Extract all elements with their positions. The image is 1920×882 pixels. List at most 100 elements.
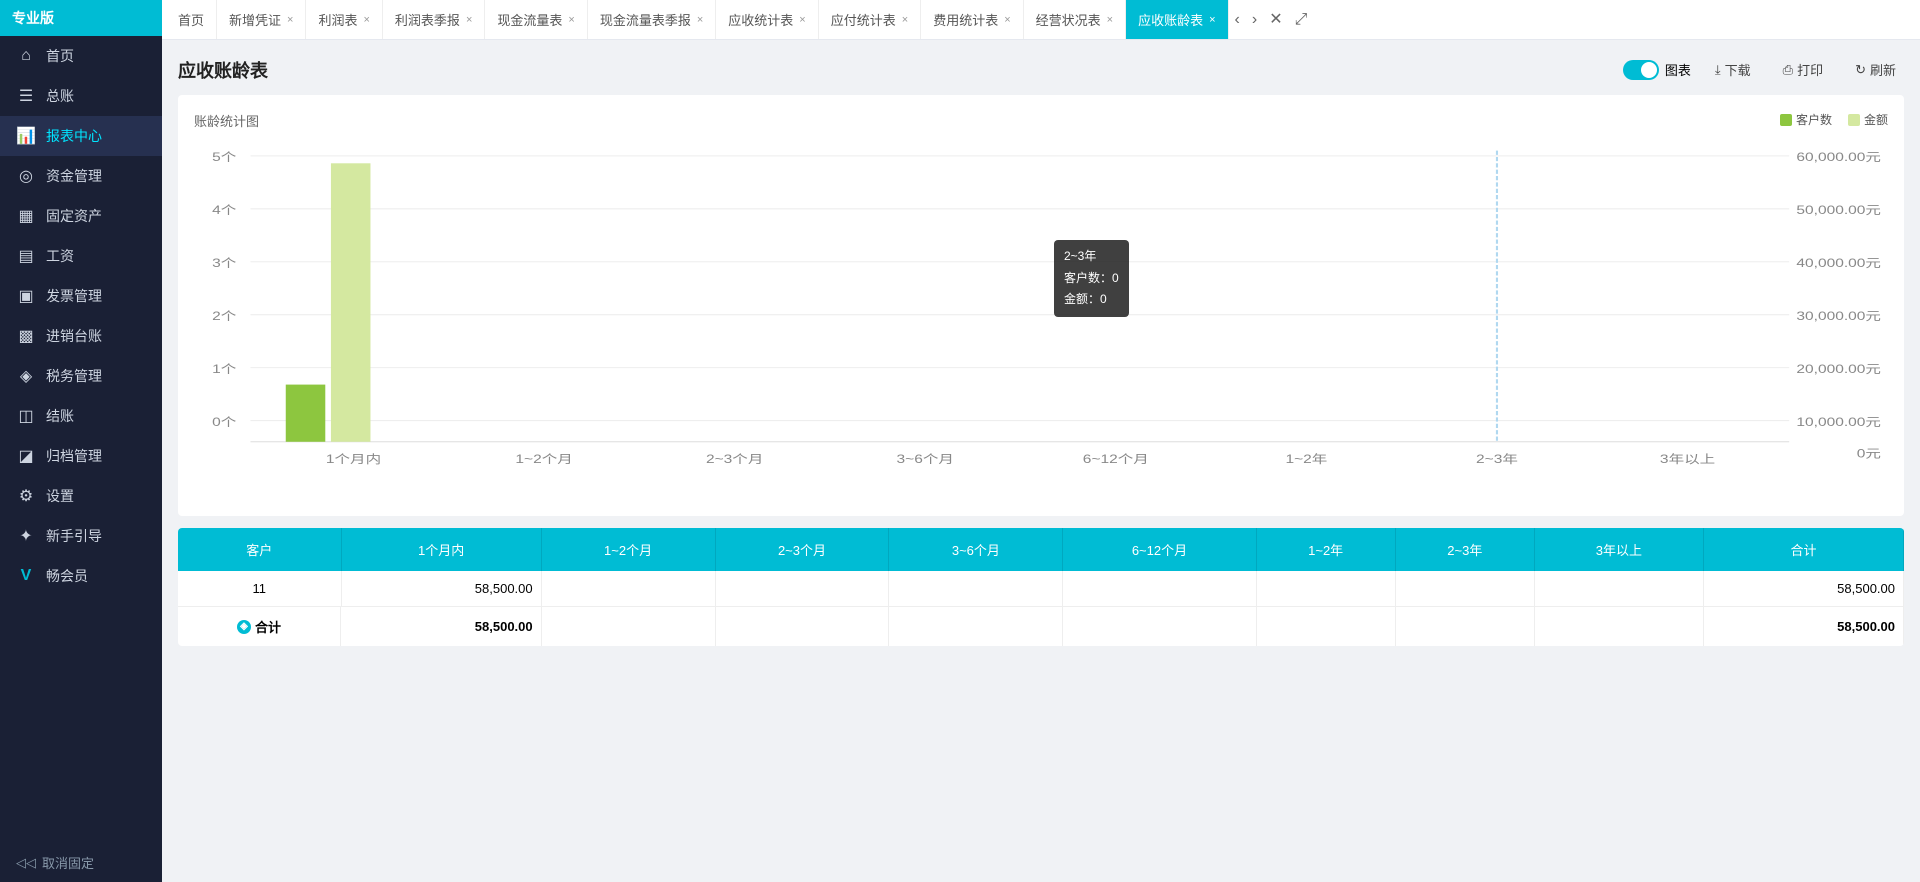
sidebar-label-reports: 报表中心 [46,126,102,146]
tab-expense-stats[interactable]: 费用统计表 × [921,0,1023,39]
member-icon: V [16,567,36,585]
sidebar-item-guide[interactable]: ✦ 新手引导 [0,516,162,556]
legend-amount-label: 金额 [1864,111,1888,128]
tab-home[interactable]: 首页 [166,0,217,39]
tab-voucher[interactable]: 新增凭证 × [217,0,306,39]
download-icon: ⤓ [1715,62,1721,78]
tab-cashflow-quarterly[interactable]: 现金流量表季报 × [588,0,716,39]
tab-next-btn[interactable]: › [1246,0,1263,40]
svg-text:2个: 2个 [212,310,236,323]
sidebar-label-invoice: 发票管理 [46,286,102,306]
app-logo: 专业版 [0,0,162,36]
chart-title: 账龄统计图 [194,111,1888,130]
th-year23: 2~3年 [1395,528,1534,571]
svg-text:2~3年: 2~3年 [1476,453,1518,466]
td-total: 58,500.00 [1703,571,1903,607]
td-total-month23 [715,607,889,647]
tab-profit-close[interactable]: × [363,14,369,26]
tab-operation-status-close[interactable]: × [1107,14,1113,26]
tab-aging-report-close[interactable]: × [1209,14,1215,26]
tab-prev-btn[interactable]: ‹ [1229,0,1246,40]
sidebar-item-archive[interactable]: ◪ 归档管理 [0,436,162,476]
td-total-month1: 58,500.00 [341,607,541,647]
th-year3plus: 3年以上 [1534,528,1703,571]
refresh-label: 刷新 [1870,60,1896,79]
td-month612 [1063,571,1256,607]
tab-cashflow-quarterly-close[interactable]: × [697,14,703,26]
sidebar-label-closing: 结账 [46,406,74,426]
tab-payable-stats[interactable]: 应付统计表 × [819,0,921,39]
tab-cashflow[interactable]: 现金流量表 × [485,0,587,39]
unpin-label: 取消固定 [42,853,94,872]
chart-svg: 5个 4个 3个 2个 1个 0个 60,000.00元 50,000.00元 … [194,140,1888,500]
svg-text:10,000.00元: 10,000.00元 [1796,416,1881,429]
td-month12 [541,571,715,607]
sidebar-item-reports[interactable]: 📊 报表中心 [0,116,162,156]
payroll-icon: ▤ [16,246,36,266]
tab-profit-quarterly-label: 利润表季报 [395,10,460,29]
print-button[interactable]: ⎙ 打印 [1775,56,1831,83]
sidebar-item-tax[interactable]: ◈ 税务管理 [0,356,162,396]
svg-text:3年以上: 3年以上 [1660,453,1716,466]
tab-profit[interactable]: 利润表 × [306,0,382,39]
tab-bar: 首页 新增凭证 × 利润表 × 利润表季报 × 现金流量表 × 现金流量表季报 … [162,0,1920,40]
sidebar-label-payroll: 工资 [46,246,74,266]
tab-cashflow-close[interactable]: × [568,14,574,26]
unpin-icon: ◁◁ [16,855,36,871]
sidebar-label-inventory: 进销台账 [46,326,102,346]
svg-text:4个: 4个 [212,204,236,217]
tab-voucher-label: 新增凭证 [229,10,281,29]
sidebar-item-payroll[interactable]: ▤ 工资 [0,236,162,276]
archive-icon: ◪ [16,446,36,466]
tab-maximize-btn[interactable]: ⤢ [1289,0,1314,40]
sidebar-item-member[interactable]: V 畅会员 [0,556,162,596]
toggle-track[interactable] [1623,60,1659,80]
sidebar-item-home[interactable]: ⌂ 首页 [0,36,162,76]
td-month23 [715,571,889,607]
sidebar-item-invoice[interactable]: ▣ 发票管理 [0,276,162,316]
tab-expense-stats-close[interactable]: × [1004,14,1010,26]
sidebar-item-settings[interactable]: ⚙ 设置 [0,476,162,516]
td-total-year3plus [1534,607,1703,647]
sidebar-label-guide: 新手引导 [46,526,102,546]
th-total: 合计 [1703,528,1903,571]
sidebar-label-home: 首页 [46,46,74,66]
tab-voucher-close[interactable]: × [287,14,293,26]
svg-text:30,000.00元: 30,000.00元 [1796,310,1881,323]
sidebar-item-closing[interactable]: ◫ 结账 [0,396,162,436]
chart-toggle[interactable]: 图表 [1623,60,1691,80]
tab-profit-quarterly[interactable]: 利润表季报 × [383,0,485,39]
tab-receivable-stats[interactable]: 应收统计表 × [716,0,818,39]
td-total-total: 58,500.00 [1703,607,1903,647]
svg-text:3~6个月: 3~6个月 [897,453,954,466]
tab-operation-status[interactable]: 经营状况表 × [1024,0,1126,39]
unpin-button[interactable]: ◁◁ 取消固定 [0,843,162,882]
download-button[interactable]: ⤓ 下载 [1707,56,1759,83]
sidebar-item-funds[interactable]: ◎ 资金管理 [0,156,162,196]
chart-card: 账龄统计图 客户数 金额 5个 4个 3个 2个 1个 [178,95,1904,516]
tab-close-all-btn[interactable]: ✕ [1263,0,1288,40]
svg-text:5个: 5个 [212,151,236,164]
refresh-button[interactable]: ↻ 刷新 [1847,56,1904,83]
page-header: 应收账龄表 图表 ⤓ 下载 ⎙ 打印 ↻ 刷新 [178,56,1904,83]
th-year12: 1~2年 [1256,528,1395,571]
sidebar-item-inventory[interactable]: ▩ 进销台账 [0,316,162,356]
page-content: 应收账龄表 图表 ⤓ 下载 ⎙ 打印 ↻ 刷新 [162,40,1920,882]
sidebar-item-assets[interactable]: ▦ 固定资产 [0,196,162,236]
reports-icon: 📊 [16,126,36,146]
bar-customers-0 [286,385,326,442]
legend-customers-dot [1780,114,1792,126]
data-table: 客户 1个月内 1~2个月 2~3个月 3~6个月 6~12个月 1~2年 2~… [178,528,1904,646]
tab-payable-stats-close[interactable]: × [902,14,908,26]
td-month1: 58,500.00 [341,571,541,607]
sidebar-item-ledger[interactable]: ☰ 总账 [0,76,162,116]
tab-aging-report[interactable]: 应收账龄表 × [1126,0,1228,39]
table-row: 11 58,500.00 58,500.00 [178,571,1904,607]
tab-receivable-stats-close[interactable]: × [799,14,805,26]
toggle-label: 图表 [1665,60,1691,79]
sidebar-label-settings: 设置 [46,486,74,506]
td-total-year12 [1256,607,1395,647]
tab-profit-quarterly-close[interactable]: × [466,14,472,26]
ledger-icon: ☰ [16,86,36,106]
tax-icon: ◈ [16,366,36,386]
